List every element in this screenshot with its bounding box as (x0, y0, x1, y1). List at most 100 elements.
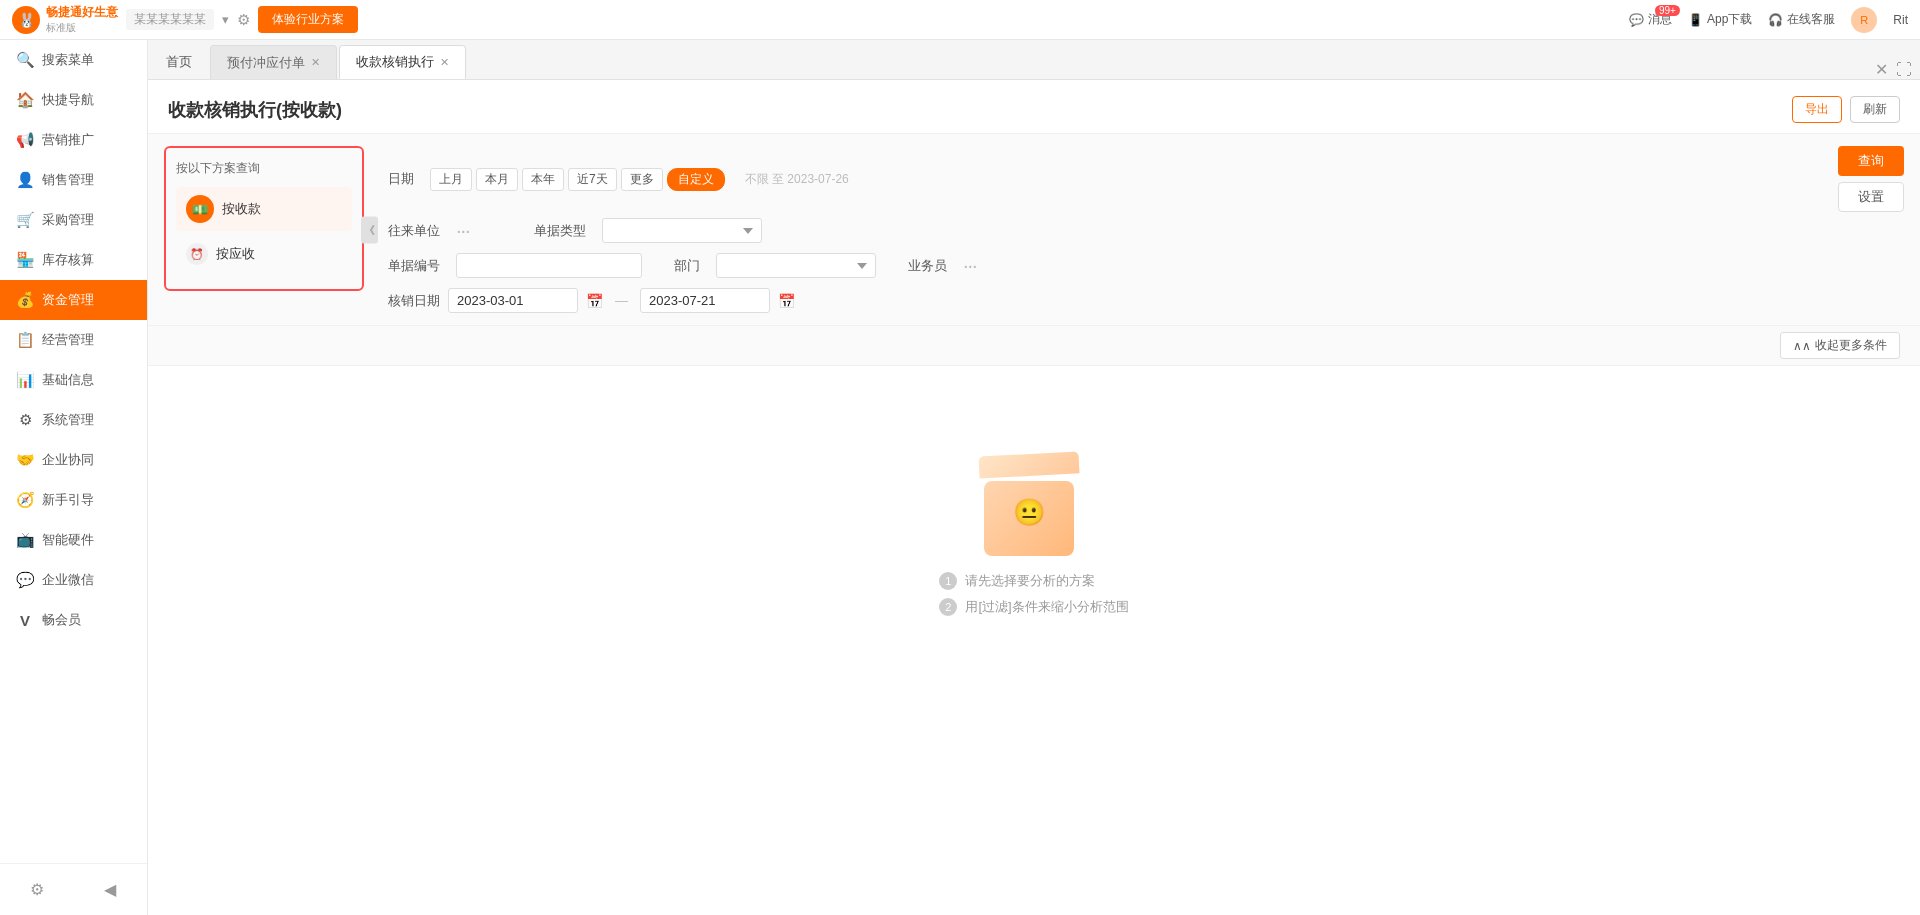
tab-bar: 首页 预付冲应付单 ✕ 收款核销执行 ✕ ✕ ⛶ (148, 40, 1920, 80)
offset-date-label: 核销日期 (388, 292, 440, 310)
user-name[interactable]: Rit (1893, 13, 1908, 27)
date-label: 日期 (388, 170, 414, 188)
collapse-conditions-row: ∧∧ 收起更多条件 (148, 326, 1920, 366)
sidebar-item-quick-nav[interactable]: 🏠 快捷导航 (0, 80, 147, 120)
top-bar: 🐰 畅捷通好生意 标准版 某某某某某某 ▾ ⚙ 体验行业方案 💬 消息 99+ … (0, 0, 1920, 40)
sidebar-item-capital[interactable]: 💰 资金管理 (0, 280, 147, 320)
basic-info-icon: 📊 (16, 371, 34, 389)
salesperson-label: 业务员 (908, 257, 947, 275)
sidebar-item-marketing[interactable]: 📢 营销推广 (0, 120, 147, 160)
by-receivable-icon: ⏰ (186, 243, 208, 265)
filter-action-buttons: 查询 设置 (1838, 146, 1904, 212)
date-more[interactable]: 更多 (621, 168, 663, 191)
date-this-month[interactable]: 本月 (476, 168, 518, 191)
dept-label: 部门 (674, 257, 700, 275)
sidebar-item-system[interactable]: ⚙ 系统管理 (0, 400, 147, 440)
date-last-month[interactable]: 上月 (430, 168, 472, 191)
cal-icon-end[interactable]: 📅 (778, 293, 795, 309)
by-receivable-label: 按应收 (216, 245, 255, 263)
tip-num-1: 1 (939, 572, 957, 590)
operations-icon: 📋 (16, 331, 34, 349)
purchase-icon: 🛒 (16, 211, 34, 229)
offset-date-start[interactable] (448, 288, 578, 313)
sidebar: 🔍 搜索菜单 🏠 快捷导航 📢 营销推广 👤 销售管理 🛒 采购管理 🏪 库存核… (0, 40, 148, 915)
tab-receipt-offset-close[interactable]: ✕ (440, 56, 449, 69)
tab-prepay[interactable]: 预付冲应付单 ✕ (210, 45, 337, 79)
top-bar-middle: 某某某某某某 ▾ ⚙ 体验行业方案 (126, 6, 1621, 33)
query-option-by-receipt[interactable]: 💵 按收款 (176, 187, 352, 231)
messages-button[interactable]: 💬 消息 99+ (1629, 11, 1672, 28)
date-this-year[interactable]: 本年 (522, 168, 564, 191)
sidebar-item-vip[interactable]: V 畅会员 (0, 600, 147, 640)
sidebar-item-enterprise[interactable]: 🤝 企业协同 (0, 440, 147, 480)
box-face: 😐 (984, 481, 1074, 528)
doc-type-select[interactable] (602, 218, 762, 243)
salesperson-dots[interactable]: ··· (963, 254, 977, 277)
doc-no-input[interactable] (456, 253, 642, 278)
offset-date-end[interactable] (640, 288, 770, 313)
vip-icon: V (16, 612, 34, 629)
sidebar-item-wechat[interactable]: 💬 企业微信 (0, 560, 147, 600)
date-quick-buttons: 上月 本月 本年 近7天 更多 自定义 (430, 168, 725, 191)
marketing-icon: 📢 (16, 131, 34, 149)
inventory-icon: 🏪 (16, 251, 34, 269)
tab-prepay-close[interactable]: ✕ (311, 56, 320, 69)
refresh-button[interactable]: 刷新 (1850, 96, 1900, 123)
query-button[interactable]: 查询 (1838, 146, 1904, 176)
tab-receipt-offset[interactable]: 收款核销执行 ✕ (339, 45, 466, 79)
service-button[interactable]: 🎧 在线客服 (1768, 11, 1835, 28)
guide-icon: 🧭 (16, 491, 34, 509)
date-sep: — (615, 293, 628, 308)
dept-select[interactable] (716, 253, 876, 278)
page-title: 收款核销执行(按收款) (168, 98, 342, 122)
panel-collapse-btn[interactable]: 《 (361, 216, 378, 243)
sidebar-item-basic-info[interactable]: 📊 基础信息 (0, 360, 147, 400)
search-icon: 🔍 (16, 51, 34, 69)
tip-num-2: 2 (939, 598, 957, 616)
wechat-icon: 💬 (16, 571, 34, 589)
collapse-conditions-btn[interactable]: ∧∧ 收起更多条件 (1780, 332, 1900, 359)
page-header-actions: 导出 刷新 (1792, 96, 1900, 123)
sidebar-item-sales[interactable]: 👤 销售管理 (0, 160, 147, 200)
page-header: 收款核销执行(按收款) 导出 刷新 (148, 80, 1920, 134)
query-option-by-receivable[interactable]: ⏰ 按应收 (176, 235, 352, 273)
sidebar-item-inventory[interactable]: 🏪 库存核算 (0, 240, 147, 280)
workspace-dropdown[interactable]: ▾ (222, 12, 229, 27)
box-body: 😐 (984, 481, 1074, 556)
export-button[interactable]: 导出 (1792, 96, 1842, 123)
query-panel-title: 按以下方案查询 (176, 160, 352, 177)
top-bar-right: 💬 消息 99+ 📱 App下载 🎧 在线客服 R Rit (1629, 7, 1908, 33)
date-custom[interactable]: 自定义 (667, 168, 725, 191)
service-icon: 🎧 (1768, 13, 1783, 27)
app-download-button[interactable]: 📱 App下载 (1688, 11, 1752, 28)
settings-icon[interactable]: ⚙ (237, 11, 250, 29)
box-lid (978, 451, 1079, 478)
date-7days[interactable]: 近7天 (568, 168, 617, 191)
filter-row-3: 核销日期 📅 — 📅 (388, 288, 1904, 313)
messages-badge: 99+ (1655, 5, 1680, 16)
tip-text-2: 用[过滤]条件来缩小分析范围 (965, 598, 1128, 616)
sidebar-item-hardware[interactable]: 📺 智能硬件 (0, 520, 147, 560)
filter-row-2: 单据编号 部门 业务员 ··· (388, 253, 1904, 278)
chevron-up-icon: ∧∧ (1793, 339, 1811, 353)
cal-icon-start[interactable]: 📅 (586, 293, 603, 309)
sidebar-item-search[interactable]: 🔍 搜索菜单 (0, 40, 147, 80)
sidebar-bottom: ⚙ ◀ (0, 863, 147, 915)
partner-dots[interactable]: ··· (456, 219, 470, 242)
sidebar-item-operations[interactable]: 📋 经营管理 (0, 320, 147, 360)
sidebar-item-purchase[interactable]: 🛒 采购管理 (0, 200, 147, 240)
sidebar-collapse-btn[interactable]: ◀ (74, 872, 148, 907)
date-range-display: 不限 至 2023-07-26 (745, 171, 849, 188)
user-avatar[interactable]: R (1851, 7, 1877, 33)
setting-button[interactable]: 设置 (1838, 182, 1904, 212)
sidebar-item-guide[interactable]: 🧭 新手引导 (0, 480, 147, 520)
tab-home[interactable]: 首页 (150, 45, 208, 79)
filter-area: 按以下方案查询 💵 按收款 ⏰ 按应收 《 (148, 134, 1920, 326)
tab-close-all-icon[interactable]: ✕ (1875, 60, 1888, 79)
logo-icon: 🐰 (12, 6, 40, 34)
empty-tip-1: 1 请先选择要分析的方案 (939, 572, 1128, 590)
solution-button[interactable]: 体验行业方案 (258, 6, 358, 33)
content-area: 首页 预付冲应付单 ✕ 收款核销执行 ✕ ✕ ⛶ 收款核销执行(按收款) 导出 (148, 40, 1920, 915)
sidebar-settings-btn[interactable]: ⚙ (0, 872, 74, 907)
tab-expand-icon[interactable]: ⛶ (1896, 61, 1912, 79)
